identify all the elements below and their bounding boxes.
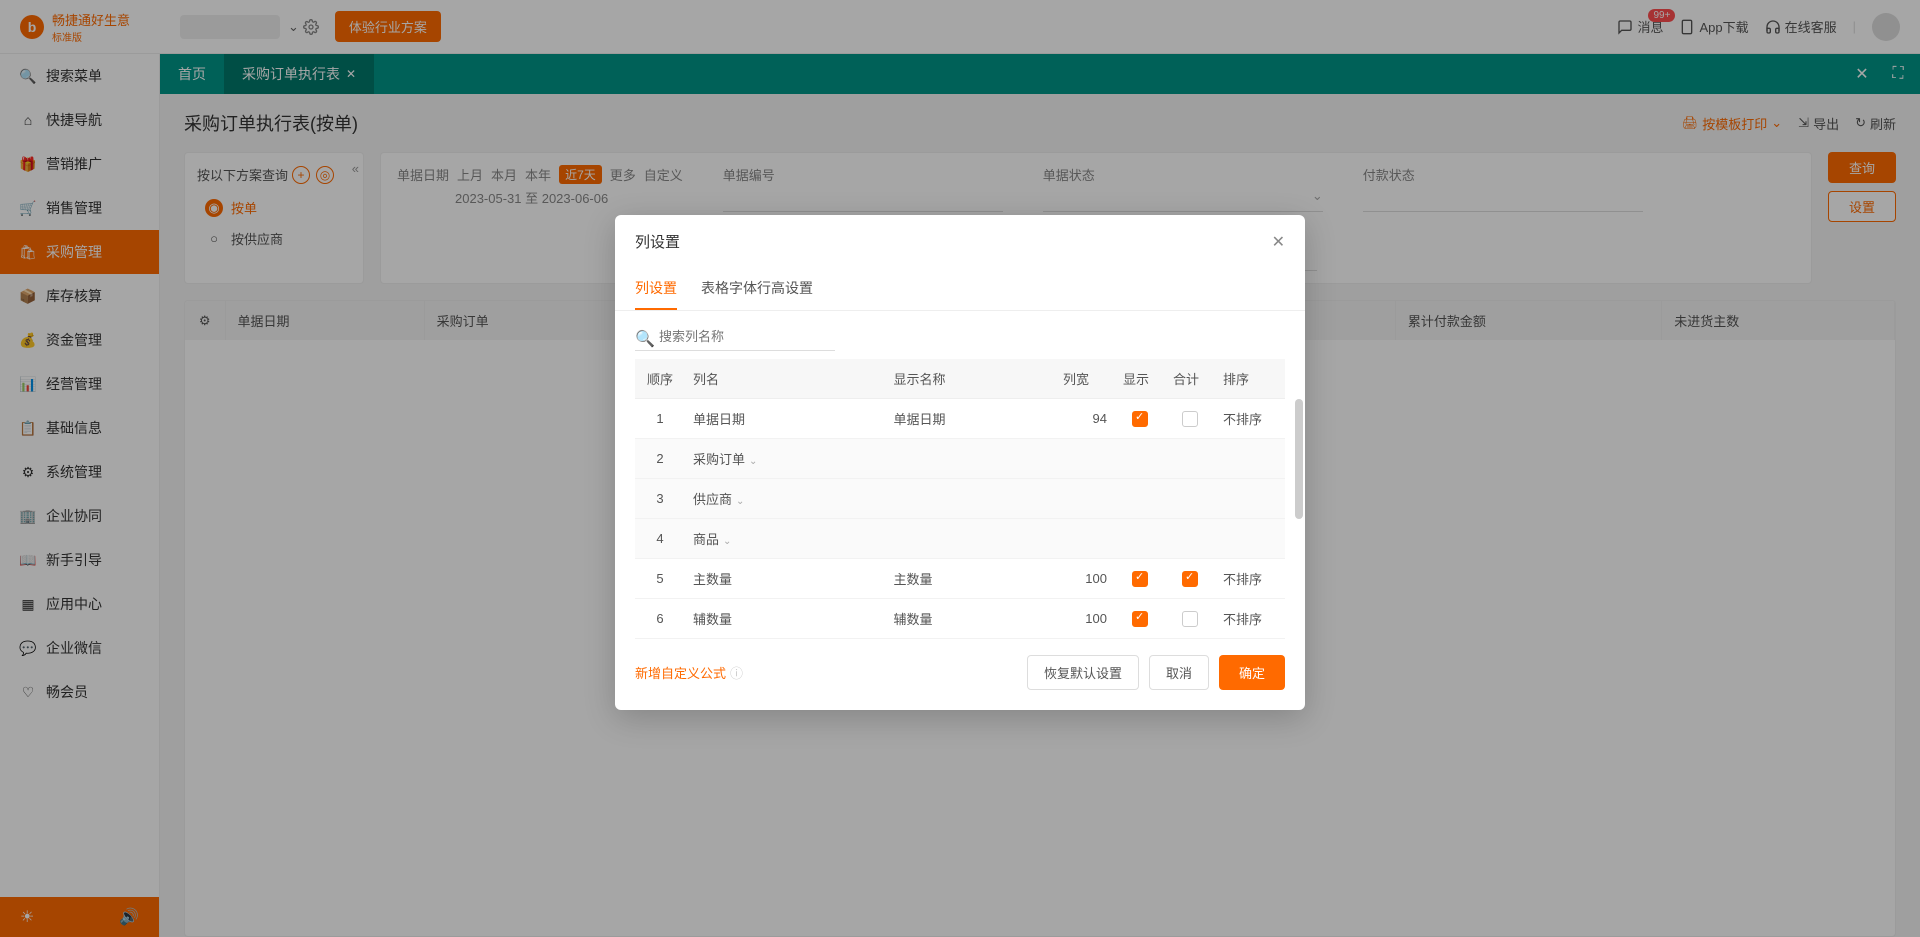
col-th-sort: 排序 xyxy=(1215,359,1285,399)
col-order: 5 xyxy=(635,559,685,599)
col-display[interactable]: 辅数量 xyxy=(885,599,1055,639)
column-table-wrap: 顺序 列名 显示名称 列宽 显示 合计 排序 1 单据日期 单据日期 94 不排… xyxy=(615,359,1305,639)
column-row[interactable]: 4 商品⌄ xyxy=(635,519,1285,559)
col-order: 4 xyxy=(635,519,685,559)
checkbox[interactable] xyxy=(1132,411,1148,427)
col-show-cell xyxy=(1115,439,1165,479)
col-sort-value[interactable]: 不排序 xyxy=(1215,399,1285,439)
info-icon: ⓘ xyxy=(730,663,743,682)
col-name: 供应商⌄ xyxy=(685,479,885,519)
modal-search-area: 🔍 xyxy=(615,311,1305,359)
col-th-total: 合计 xyxy=(1165,359,1215,399)
cancel-button[interactable]: 取消 xyxy=(1149,655,1209,690)
scrollbar-thumb[interactable] xyxy=(1295,399,1303,519)
modal-title: 列设置 xyxy=(635,231,680,252)
col-show-cell xyxy=(1115,399,1165,439)
checkbox[interactable] xyxy=(1182,611,1198,627)
col-show-cell xyxy=(1115,599,1165,639)
modal-close-button[interactable]: ✕ xyxy=(1272,232,1285,252)
col-name: 采购订单⌄ xyxy=(685,439,885,479)
col-total-cell xyxy=(1165,639,1215,640)
col-total-cell xyxy=(1165,479,1215,519)
column-row[interactable]: 5 主数量 主数量 100 不排序 xyxy=(635,559,1285,599)
add-formula-label: 新增自定义公式 xyxy=(635,663,726,682)
col-th-display: 显示名称 xyxy=(885,359,1055,399)
column-table: 顺序 列名 显示名称 列宽 显示 合计 排序 1 单据日期 单据日期 94 不排… xyxy=(635,359,1285,639)
col-sort-value[interactable]: 不排序 xyxy=(1215,599,1285,639)
column-search-input[interactable] xyxy=(635,323,835,351)
col-sort-value[interactable] xyxy=(1215,519,1285,559)
checkbox[interactable] xyxy=(1182,571,1198,587)
column-row[interactable]: 6 辅数量 辅数量 100 不排序 xyxy=(635,599,1285,639)
checkbox[interactable] xyxy=(1132,571,1148,587)
col-name: 辅数量 xyxy=(685,599,885,639)
col-th-width: 列宽 xyxy=(1055,359,1115,399)
col-show-cell xyxy=(1115,479,1165,519)
modal-header: 列设置 ✕ xyxy=(615,215,1305,268)
search-icon: 🔍 xyxy=(635,329,655,349)
modal-tab-columns[interactable]: 列设置 xyxy=(635,268,677,310)
column-row[interactable]: 1 单据日期 单据日期 94 不排序 xyxy=(635,399,1285,439)
col-display[interactable]: 主数量 xyxy=(885,559,1055,599)
col-show-cell xyxy=(1115,519,1165,559)
col-sort-value[interactable]: 不排序 xyxy=(1215,559,1285,599)
chevron-down-icon[interactable]: ⌄ xyxy=(749,456,757,467)
column-row[interactable]: 7 包装数量 包装数量 100 不排序 xyxy=(635,639,1285,640)
restore-defaults-button[interactable]: 恢复默认设置 xyxy=(1027,655,1139,690)
col-total-cell xyxy=(1165,599,1215,639)
col-name: 主数量 xyxy=(685,559,885,599)
col-width-value[interactable]: 100 xyxy=(1055,599,1115,639)
col-name: 商品⌄ xyxy=(685,519,885,559)
col-order: 3 xyxy=(635,479,685,519)
col-th-name: 列名 xyxy=(685,359,885,399)
col-th-show: 显示 xyxy=(1115,359,1165,399)
column-table-header-row: 顺序 列名 显示名称 列宽 显示 合计 排序 xyxy=(635,359,1285,399)
modal-tab-font[interactable]: 表格字体行高设置 xyxy=(701,268,813,310)
col-total-cell xyxy=(1165,559,1215,599)
confirm-button[interactable]: 确定 xyxy=(1219,655,1285,690)
col-width-value[interactable] xyxy=(1055,519,1115,559)
col-sort-value[interactable] xyxy=(1215,479,1285,519)
col-display[interactable] xyxy=(885,479,1055,519)
col-width-value[interactable]: 100 xyxy=(1055,559,1115,599)
col-width-value[interactable] xyxy=(1055,439,1115,479)
col-th-order: 顺序 xyxy=(635,359,685,399)
column-row[interactable]: 2 采购订单⌄ xyxy=(635,439,1285,479)
col-order: 2 xyxy=(635,439,685,479)
col-total-cell xyxy=(1165,519,1215,559)
col-display[interactable]: 单据日期 xyxy=(885,399,1055,439)
chevron-down-icon[interactable]: ⌄ xyxy=(723,536,731,547)
col-width-value[interactable]: 94 xyxy=(1055,399,1115,439)
col-name: 单据日期 xyxy=(685,399,885,439)
col-name: 包装数量 xyxy=(685,639,885,640)
col-total-cell xyxy=(1165,439,1215,479)
col-order: 6 xyxy=(635,599,685,639)
col-order: 7 xyxy=(635,639,685,640)
checkbox[interactable] xyxy=(1182,411,1198,427)
checkbox[interactable] xyxy=(1132,611,1148,627)
col-display[interactable] xyxy=(885,439,1055,479)
add-formula-link[interactable]: 新增自定义公式 ⓘ xyxy=(635,663,743,682)
col-sort-value[interactable] xyxy=(1215,439,1285,479)
col-total-cell xyxy=(1165,399,1215,439)
col-show-cell xyxy=(1115,559,1165,599)
col-order: 1 xyxy=(635,399,685,439)
col-width-value[interactable] xyxy=(1055,479,1115,519)
col-sort-value[interactable]: 不排序 xyxy=(1215,639,1285,640)
col-show-cell xyxy=(1115,639,1165,640)
col-display[interactable] xyxy=(885,519,1055,559)
col-width-value[interactable]: 100 xyxy=(1055,639,1115,640)
column-row[interactable]: 3 供应商⌄ xyxy=(635,479,1285,519)
column-settings-modal: 列设置 ✕ 列设置 表格字体行高设置 🔍 顺序 列名 显示名称 列宽 显示 合计… xyxy=(615,215,1305,710)
modal-footer: 新增自定义公式 ⓘ 恢复默认设置 取消 确定 xyxy=(615,639,1305,710)
col-display[interactable]: 包装数量 xyxy=(885,639,1055,640)
modal-tabs: 列设置 表格字体行高设置 xyxy=(615,268,1305,311)
chevron-down-icon[interactable]: ⌄ xyxy=(736,496,744,507)
